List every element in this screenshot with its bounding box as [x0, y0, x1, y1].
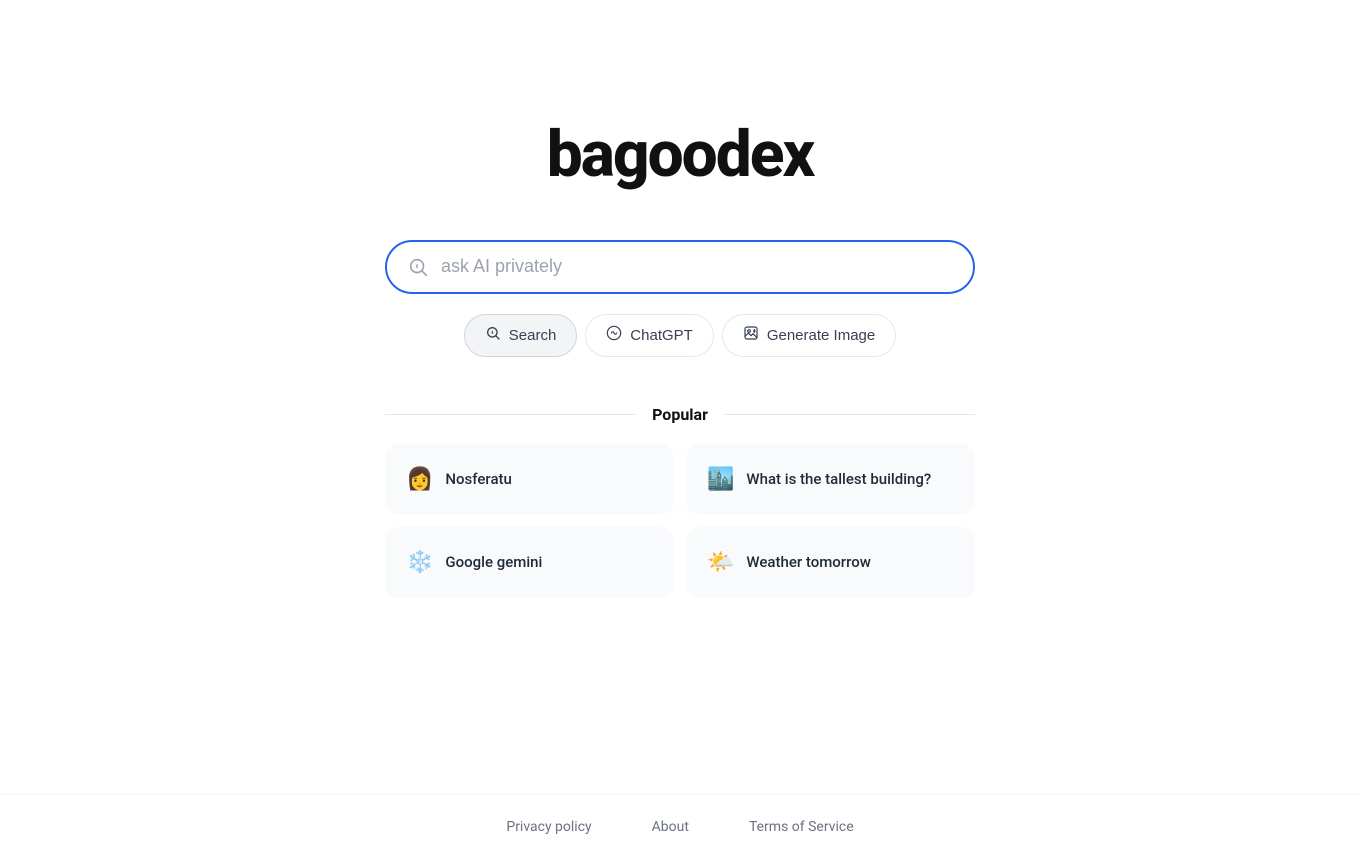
- logo: bagoodex: [547, 117, 813, 192]
- nosferatu-emoji: 👩: [406, 467, 433, 492]
- search-input-wrapper: [385, 240, 975, 294]
- popular-card-weather-tomorrow[interactable]: 🌤️ Weather tomorrow: [686, 527, 975, 598]
- popular-card-google-gemini[interactable]: ❄️ Google gemini: [385, 527, 674, 598]
- tab-chatgpt[interactable]: ChatGPT: [585, 314, 714, 357]
- tab-search[interactable]: Search: [464, 314, 578, 357]
- ai-search-icon: [407, 256, 429, 278]
- tallest-building-emoji: 🏙️: [707, 467, 734, 492]
- search-input[interactable]: [441, 256, 953, 277]
- weather-tomorrow-text: Weather tomorrow: [746, 553, 870, 571]
- search-container: [385, 240, 975, 294]
- footer-terms[interactable]: Terms of Service: [749, 819, 854, 835]
- footer: Privacy policy About Terms of Service: [0, 794, 1360, 859]
- popular-card-nosferatu[interactable]: 👩 Nosferatu: [385, 444, 674, 515]
- footer-privacy-policy[interactable]: Privacy policy: [506, 819, 591, 835]
- footer-about[interactable]: About: [652, 819, 689, 835]
- tallest-building-text: What is the tallest building?: [746, 470, 931, 488]
- weather-tomorrow-emoji: 🌤️: [707, 550, 734, 575]
- nosferatu-text: Nosferatu: [445, 470, 512, 488]
- tab-search-label: Search: [509, 327, 557, 344]
- generate-image-tab-icon: [743, 325, 759, 346]
- google-gemini-emoji: ❄️: [406, 550, 433, 575]
- popular-grid: 👩 Nosferatu 🏙️ What is the tallest build…: [385, 444, 975, 598]
- chatgpt-tab-icon: [606, 325, 622, 346]
- tab-chatgpt-label: ChatGPT: [630, 327, 693, 344]
- action-tabs: Search ChatGPT Generate Image: [464, 314, 896, 357]
- tab-generate-image-label: Generate Image: [767, 327, 875, 344]
- google-gemini-text: Google gemini: [445, 553, 542, 571]
- search-tab-icon: [485, 325, 501, 346]
- popular-divider: Popular: [385, 405, 975, 424]
- popular-section: Popular 👩 Nosferatu 🏙️ What is the talle…: [385, 405, 975, 598]
- logo-container: bagoodex: [547, 117, 813, 192]
- tab-generate-image[interactable]: Generate Image: [722, 314, 896, 357]
- popular-card-tallest-building[interactable]: 🏙️ What is the tallest building?: [686, 444, 975, 515]
- popular-title: Popular: [652, 405, 708, 424]
- main-content: bagoodex Search: [0, 0, 1360, 794]
